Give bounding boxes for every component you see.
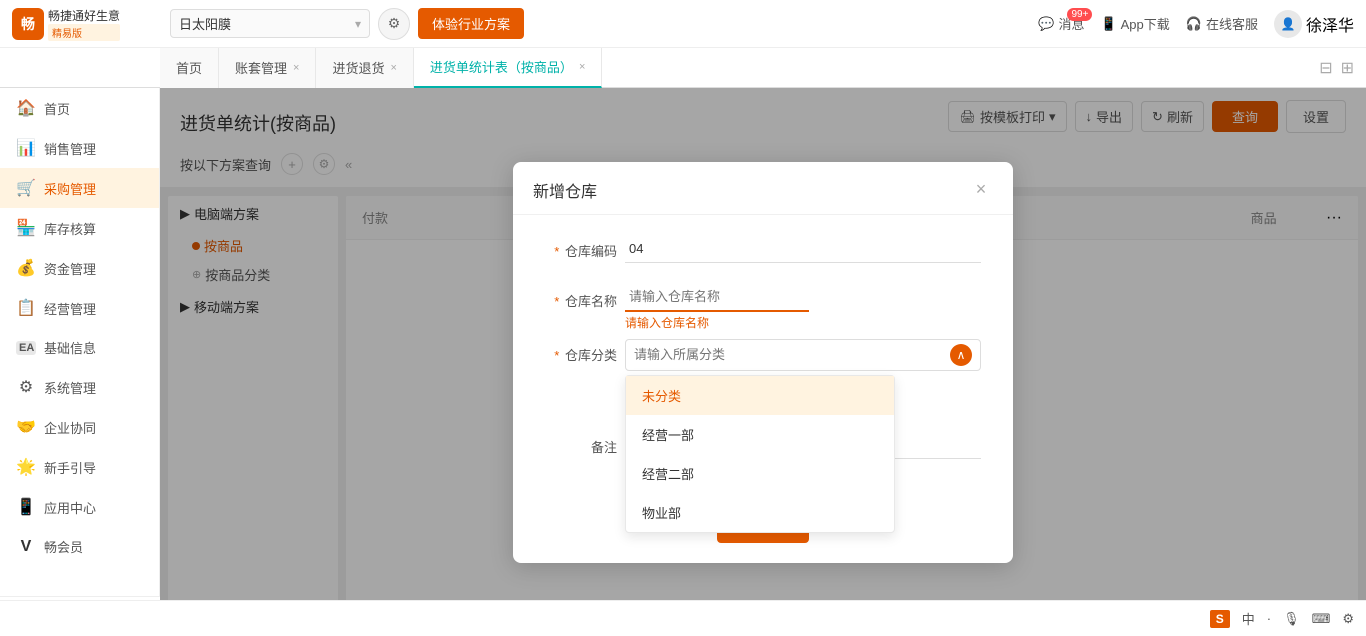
form-label-note: 备注: [545, 431, 625, 456]
sidebar-item-basic-info[interactable]: EA 基础信息: [0, 328, 159, 367]
modal-title: 新增仓库: [533, 178, 597, 202]
search-dropdown-arrow[interactable]: ▾: [355, 17, 361, 31]
modal-overlay: 新增仓库 × * 仓库编码: [160, 88, 1366, 636]
dropdown-item-uncategorized[interactable]: 未分类: [626, 376, 894, 415]
form-row-code: * 仓库编码: [545, 235, 981, 263]
system-icon: ⚙: [16, 377, 36, 397]
tab-actions: ⊟ ⊞: [1319, 58, 1366, 78]
tab-bar: 首页 账套管理 × 进货退货 × 进货单统计表（按商品） × ⊟ ⊞: [0, 48, 1366, 88]
sidebar-item-purchase[interactable]: 🛒 采购管理: [0, 168, 159, 208]
mobile-icon: 📱: [1100, 16, 1116, 32]
notification-badge: 99+: [1067, 8, 1092, 21]
headset-icon: 🎧: [1186, 16, 1202, 32]
logo-text: 畅捷通好生意 精易版: [48, 7, 120, 41]
tab-close-accounts[interactable]: ×: [293, 62, 299, 74]
tab-purchase-stats[interactable]: 进货单统计表（按商品） ×: [414, 48, 602, 88]
main-layout: 🏠 首页 📊 销售管理 🛒 采购管理 🏪 库存核算 💰 资金管理 📋 经营管理 …: [0, 88, 1366, 636]
sidebar: 🏠 首页 📊 销售管理 🛒 采购管理 🏪 库存核算 💰 资金管理 📋 经营管理 …: [0, 88, 160, 636]
user-avatar-area[interactable]: 👤 徐泽华: [1274, 10, 1354, 38]
top-right-area: 💬 消息 99+ 📱 App下载 🎧 在线客服 👤 徐泽华: [1038, 10, 1354, 38]
home-icon: 🏠: [16, 98, 36, 118]
form-row-category: * 仓库分类 ∧ 未分类 经营一部: [545, 339, 981, 371]
sales-icon: 📊: [16, 138, 36, 158]
category-select-box[interactable]: ∧: [625, 339, 981, 371]
search-input-area[interactable]: 日太阳膜 ▾: [170, 9, 370, 38]
finance-icon: 💰: [16, 258, 36, 278]
sidebar-item-vip[interactable]: V 畅会员: [0, 527, 159, 566]
tab-accounts[interactable]: 账套管理 ×: [219, 48, 316, 88]
purchase-icon: 🛒: [16, 178, 36, 198]
top-bar: 畅 畅捷通好生意 精易版 日太阳膜 ▾ ⚙ 体验行业方案 💬 消息 99+ 📱 …: [0, 0, 1366, 48]
footer-dot-icon[interactable]: ·: [1267, 611, 1271, 626]
footer-mic-icon[interactable]: 🎙: [1283, 611, 1300, 627]
dropdown-item-dept2[interactable]: 经营二部: [626, 454, 894, 493]
vip-icon: V: [16, 538, 36, 556]
form-label-category: * 仓库分类: [545, 339, 625, 364]
avatar: 👤: [1274, 10, 1302, 38]
footer-keyboard-icon[interactable]: ⌨: [1312, 611, 1331, 627]
sidebar-item-home[interactable]: 🏠 首页: [0, 88, 159, 128]
tab-minimize-icon[interactable]: ⊟: [1319, 58, 1332, 78]
content-wrapper: 进货单统计(按商品) 🖨 按模板打印 ▾ ↓ 导出 ↻ 刷新 查询 设置: [160, 88, 1366, 636]
form-input-code-container: [625, 235, 981, 263]
tab-close-purchase-return[interactable]: ×: [390, 62, 396, 74]
online-service-button[interactable]: 🎧 在线客服: [1186, 14, 1258, 33]
inventory-icon: 🏪: [16, 218, 36, 238]
modal-close-button[interactable]: ×: [969, 178, 993, 202]
modal-body: * 仓库编码 * 仓库名称: [513, 215, 1013, 499]
newbie-icon: 🌟: [16, 457, 36, 477]
message-icon: 💬: [1038, 16, 1054, 32]
footer-bar: S 中 · 🎙 ⌨ ⚙: [0, 600, 1366, 636]
category-dropdown: 未分类 经营一部 经营二部 物业部: [625, 375, 895, 533]
form-row-name: * 仓库名称 请输入仓库名称: [545, 283, 981, 331]
sidebar-item-operations[interactable]: 📋 经营管理: [0, 288, 159, 328]
dropdown-item-property[interactable]: 物业部: [626, 493, 894, 532]
category-input-container: ∧ 未分类 经营一部 经营二部 物业部: [625, 339, 981, 371]
sidebar-item-sales[interactable]: 📊 销售管理: [0, 128, 159, 168]
footer-logo-s: S: [1210, 610, 1230, 628]
enterprise-icon: 🤝: [16, 417, 36, 437]
sidebar-item-inventory[interactable]: 🏪 库存核算: [0, 208, 159, 248]
form-label-code: * 仓库编码: [545, 235, 625, 260]
modal-header: 新增仓库 ×: [513, 162, 1013, 215]
basic-info-icon: EA: [16, 341, 36, 355]
tab-maximize-icon[interactable]: ⊞: [1341, 58, 1354, 78]
category-text-input[interactable]: [634, 347, 950, 362]
category-expand-button[interactable]: ∧: [950, 344, 972, 366]
tab-home[interactable]: 首页: [160, 48, 219, 88]
sidebar-item-newbie[interactable]: 🌟 新手引导: [0, 447, 159, 487]
name-input[interactable]: [625, 283, 809, 312]
dropdown-item-dept1[interactable]: 经营一部: [626, 415, 894, 454]
tab-purchase-return[interactable]: 进货退货 ×: [316, 48, 413, 88]
sidebar-item-apps[interactable]: 📱 应用中心: [0, 487, 159, 527]
operations-icon: 📋: [16, 298, 36, 318]
username-label: 徐泽华: [1306, 12, 1354, 36]
logo-area: 畅 畅捷通好生意 精易版: [12, 7, 162, 41]
logo-icon: 畅: [12, 8, 44, 40]
code-input[interactable]: [625, 235, 981, 263]
app-download-button[interactable]: 📱 App下载: [1100, 14, 1169, 33]
name-error-msg: 请输入仓库名称: [625, 314, 709, 331]
sidebar-item-finance[interactable]: 💰 资金管理: [0, 248, 159, 288]
footer-settings-icon2[interactable]: ⚙: [1342, 611, 1354, 627]
experience-button[interactable]: 体验行业方案: [418, 8, 524, 39]
apps-icon: 📱: [16, 497, 36, 517]
tab-close-purchase-stats[interactable]: ×: [579, 61, 585, 73]
sidebar-item-system[interactable]: ⚙ 系统管理: [0, 367, 159, 407]
settings-gear-button[interactable]: ⚙: [378, 8, 410, 40]
search-value: 日太阳膜: [179, 14, 351, 33]
form-label-name: * 仓库名称: [545, 285, 625, 310]
sidebar-item-enterprise[interactable]: 🤝 企业协同: [0, 407, 159, 447]
footer-chinese-icon[interactable]: 中: [1242, 609, 1255, 628]
messages-button[interactable]: 💬 消息 99+: [1038, 14, 1084, 33]
modal-dialog: 新增仓库 × * 仓库编码: [513, 162, 1013, 563]
